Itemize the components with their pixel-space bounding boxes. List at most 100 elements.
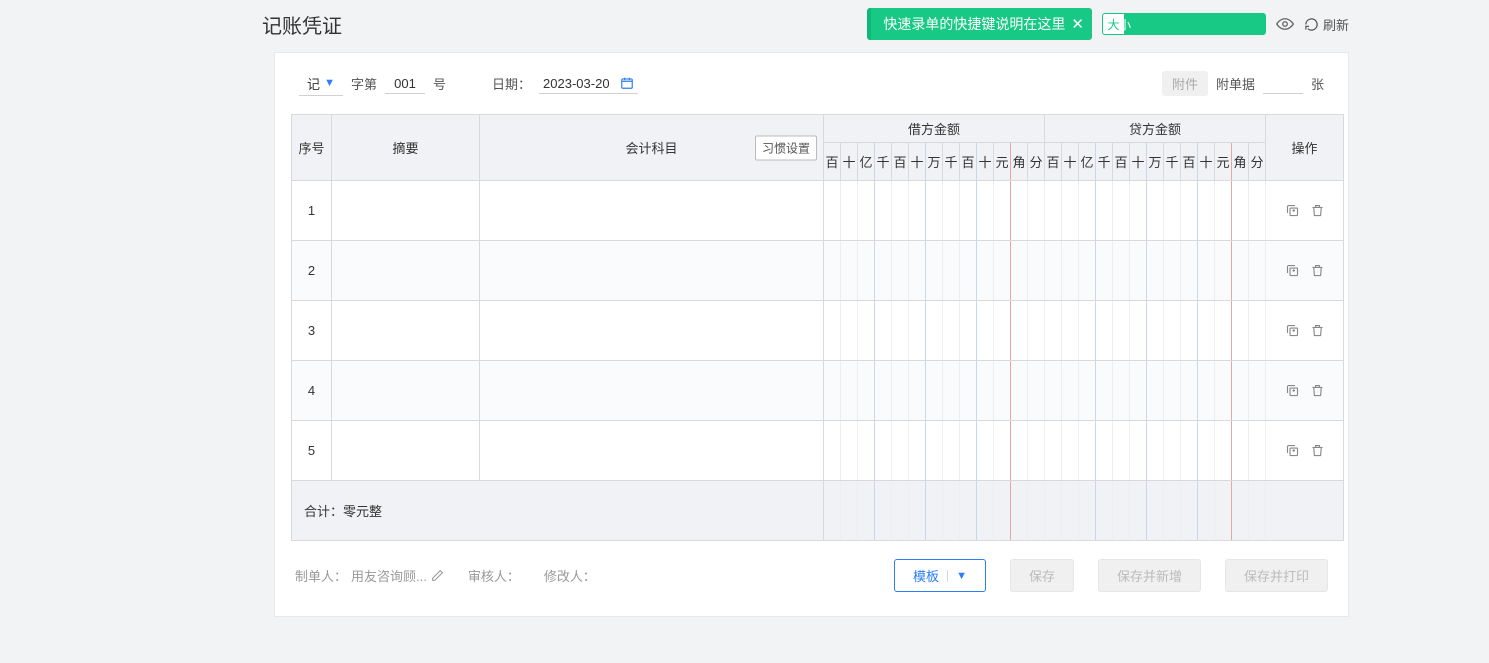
amount-digit-cell[interactable] [1249,241,1266,301]
amount-digit-cell[interactable] [858,301,875,361]
amount-digit-cell[interactable] [1147,181,1164,241]
amount-digit-cell[interactable] [909,181,926,241]
amount-digit-cell[interactable] [1079,241,1096,301]
amount-digit-cell[interactable] [977,421,994,481]
amount-digit-cell[interactable] [977,181,994,241]
amount-digit-cell[interactable] [858,241,875,301]
amount-digit-cell[interactable] [1198,301,1215,361]
amount-digit-cell[interactable] [1096,421,1113,481]
amount-digit-cell[interactable] [960,361,977,421]
amount-digit-cell[interactable] [1249,361,1266,421]
amount-digit-cell[interactable] [1232,421,1249,481]
copy-row-icon[interactable] [1285,263,1300,278]
amount-digit-cell[interactable] [1215,361,1232,421]
amount-digit-cell[interactable] [1062,241,1079,301]
amount-digit-cell[interactable] [1062,421,1079,481]
amount-digit-cell[interactable] [1011,421,1028,481]
amount-digit-cell[interactable] [824,361,841,421]
attachment-button[interactable]: 附件 [1162,71,1208,96]
amount-digit-cell[interactable] [858,181,875,241]
amount-digit-cell[interactable] [1198,421,1215,481]
fudan-input[interactable] [1263,74,1303,94]
amount-digit-cell[interactable] [1113,181,1130,241]
amount-digit-cell[interactable] [1232,241,1249,301]
amount-digit-cell[interactable] [1079,301,1096,361]
amount-digit-cell[interactable] [1147,421,1164,481]
amount-digit-cell[interactable] [1028,181,1045,241]
amount-digit-cell[interactable] [1232,361,1249,421]
amount-digit-cell[interactable] [926,181,943,241]
account-cell[interactable] [480,301,824,361]
amount-digit-cell[interactable] [892,361,909,421]
amount-digit-cell[interactable] [1164,361,1181,421]
amount-digit-cell[interactable] [892,421,909,481]
amount-digit-cell[interactable] [994,241,1011,301]
amount-digit-cell[interactable] [1147,361,1164,421]
close-icon[interactable]: ✕ [1071,17,1084,32]
amount-digit-cell[interactable] [1181,421,1198,481]
amount-digit-cell[interactable] [1113,421,1130,481]
account-cell[interactable] [480,241,824,301]
amount-digit-cell[interactable] [909,301,926,361]
amount-digit-cell[interactable] [1096,181,1113,241]
amount-digit-cell[interactable] [875,301,892,361]
amount-digit-cell[interactable] [943,421,960,481]
copy-row-icon[interactable] [1285,443,1300,458]
delete-row-icon[interactable] [1310,383,1325,398]
amount-digit-cell[interactable] [1011,241,1028,301]
amount-digit-cell[interactable] [1113,241,1130,301]
amount-digit-cell[interactable] [1181,241,1198,301]
amount-digit-cell[interactable] [1062,361,1079,421]
amount-digit-cell[interactable] [1232,181,1249,241]
amount-digit-cell[interactable] [1045,421,1062,481]
amount-digit-cell[interactable] [1130,361,1147,421]
amount-digit-cell[interactable] [875,181,892,241]
amount-digit-cell[interactable] [1198,361,1215,421]
amount-digit-cell[interactable] [841,241,858,301]
voucher-number-input[interactable]: 001 [385,74,425,94]
summary-cell[interactable] [332,361,480,421]
amount-digit-cell[interactable] [1232,301,1249,361]
amount-digit-cell[interactable] [977,241,994,301]
amount-digit-cell[interactable] [1113,301,1130,361]
amount-digit-cell[interactable] [926,241,943,301]
edit-icon[interactable] [431,569,444,582]
amount-digit-cell[interactable] [1028,361,1045,421]
amount-digit-cell[interactable] [1079,421,1096,481]
amount-digit-cell[interactable] [909,361,926,421]
delete-row-icon[interactable] [1310,203,1325,218]
amount-digit-cell[interactable] [1164,241,1181,301]
preview-button[interactable] [1276,15,1294,33]
amount-digit-cell[interactable] [1164,301,1181,361]
amount-digit-cell[interactable] [1079,361,1096,421]
amount-digit-cell[interactable] [943,181,960,241]
account-cell[interactable] [480,421,824,481]
amount-digit-cell[interactable] [841,301,858,361]
amount-digit-cell[interactable] [858,421,875,481]
amount-digit-cell[interactable] [1215,181,1232,241]
amount-digit-cell[interactable] [1011,361,1028,421]
delete-row-icon[interactable] [1310,443,1325,458]
amount-digit-cell[interactable] [926,421,943,481]
amount-digit-cell[interactable] [1147,241,1164,301]
summary-cell[interactable] [332,421,480,481]
amount-digit-cell[interactable] [1147,301,1164,361]
amount-digit-cell[interactable] [841,421,858,481]
amount-digit-cell[interactable] [875,361,892,421]
amount-digit-cell[interactable] [892,301,909,361]
amount-digit-cell[interactable] [1045,361,1062,421]
amount-digit-cell[interactable] [858,361,875,421]
amount-digit-cell[interactable] [1130,301,1147,361]
amount-digit-cell[interactable] [1164,421,1181,481]
save-print-button[interactable]: 保存并打印 [1225,559,1328,592]
voucher-type-select[interactable]: 记 ▼ [299,72,343,96]
amount-digit-cell[interactable] [1113,361,1130,421]
amount-digit-cell[interactable] [1130,241,1147,301]
amount-digit-cell[interactable] [824,421,841,481]
amount-digit-cell[interactable] [994,301,1011,361]
size-small-button[interactable]: 小 [1124,13,1266,35]
amount-digit-cell[interactable] [824,241,841,301]
amount-digit-cell[interactable] [1079,181,1096,241]
amount-digit-cell[interactable] [1215,301,1232,361]
amount-digit-cell[interactable] [994,361,1011,421]
